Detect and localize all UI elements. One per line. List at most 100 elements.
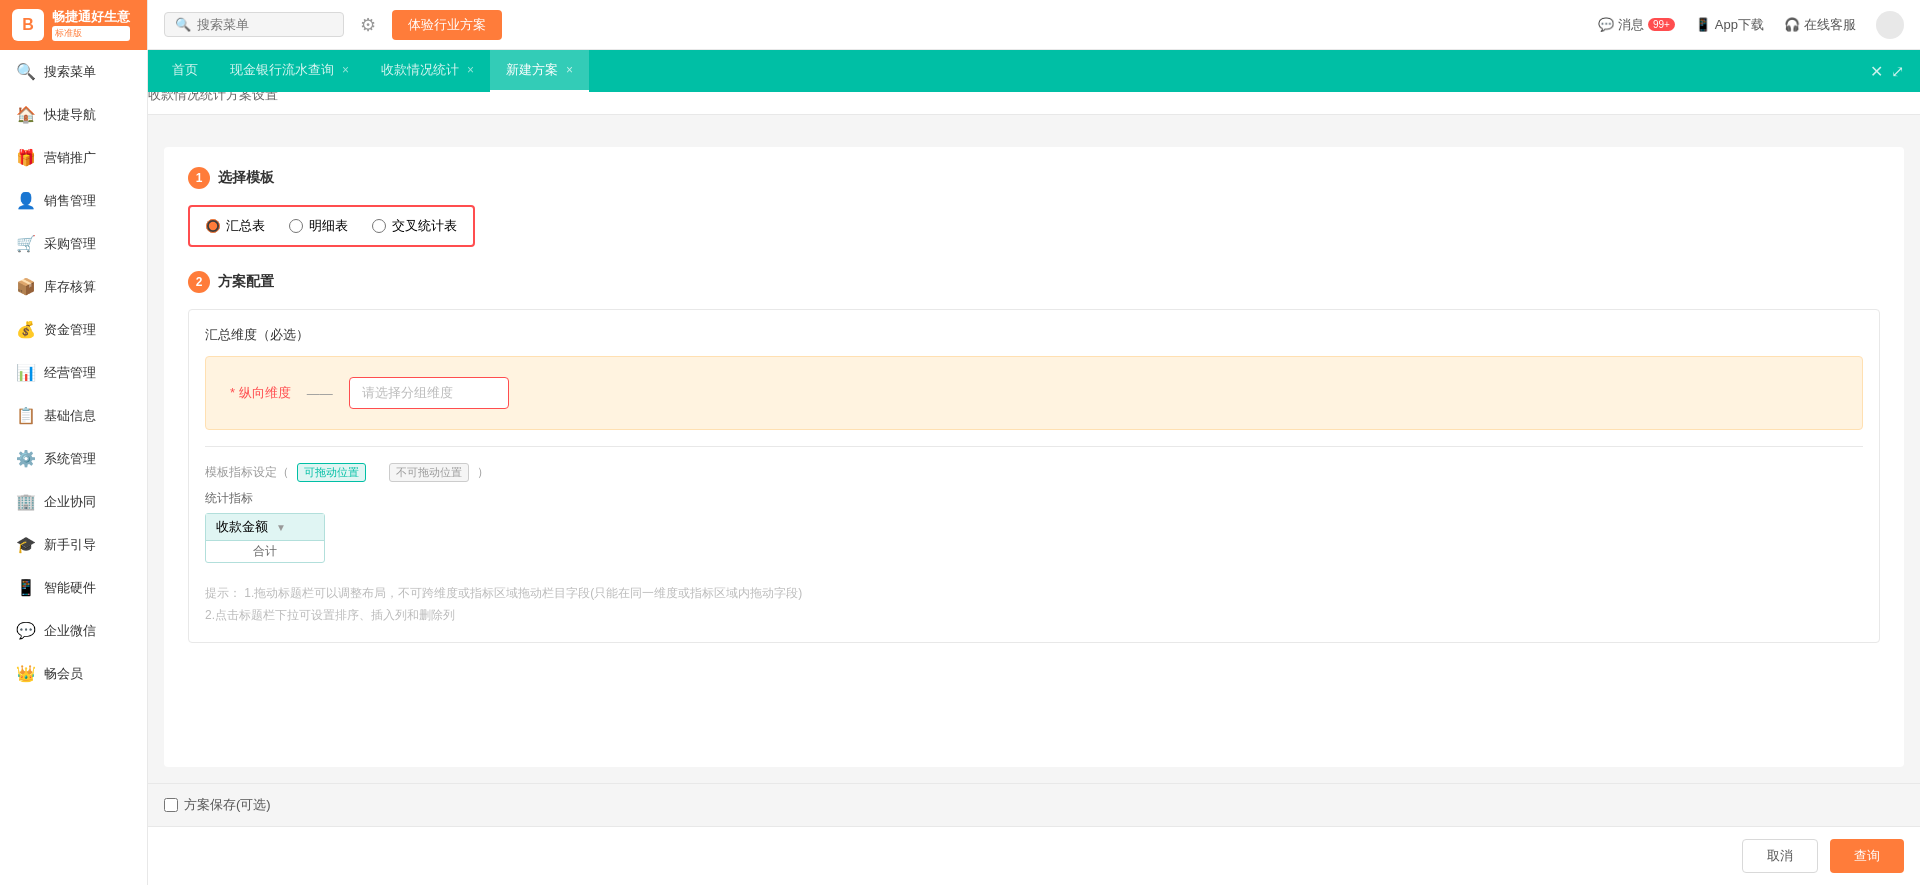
sidebar-item-label-hardware: 智能硬件 <box>44 579 96 597</box>
close-all-icon[interactable]: ✕ <box>1870 62 1883 81</box>
sidebar-item-wechat[interactable]: 💬 企业微信 <box>0 609 147 652</box>
app-name: 畅捷通好生意 <box>52 9 130 25</box>
draggable-indicator: 可拖动位置 <box>297 463 366 482</box>
logo-icon: B <box>12 9 44 41</box>
step1-label: 选择模板 <box>218 169 274 187</box>
inventory-icon: 📦 <box>16 277 36 296</box>
metric-dropdown-icon[interactable]: ▼ <box>276 522 286 533</box>
finance-icon: 💰 <box>16 320 36 339</box>
tab-newplan-close[interactable]: × <box>566 63 573 77</box>
sidebar-item-inventory[interactable]: 📦 库存核算 <box>0 265 147 308</box>
topbar-search-icon: 🔍 <box>175 17 191 32</box>
purchase-icon: 🛒 <box>16 234 36 253</box>
step2-number: 2 <box>188 271 210 293</box>
operations-icon: 📊 <box>16 363 36 382</box>
sidebar-item-newbie[interactable]: 🎓 新手引导 <box>0 523 147 566</box>
tabbar-actions: ✕ ⤢ <box>1870 50 1912 92</box>
member-icon: 👑 <box>16 664 36 683</box>
sidebar-item-label-enterprise: 企业协同 <box>44 493 96 511</box>
summary-dimension-title: 汇总维度（必选） <box>205 326 1863 344</box>
sidebar-item-basicinfo[interactable]: 📋 基础信息 <box>0 394 147 437</box>
metrics-label: 统计指标 <box>205 490 1863 507</box>
dimension-row: 纵向维度 —— 请选择分组维度 <box>230 377 1838 409</box>
vertical-label: 纵向维度 <box>230 384 291 402</box>
avatar[interactable] <box>1876 11 1904 39</box>
radio-summary-label: 汇总表 <box>226 217 265 235</box>
main-area: 🔍 ⚙ 体验行业方案 💬 消息 99+ 📱 App下载 🎧 在线客服 <box>148 0 1920 885</box>
message-btn[interactable]: 💬 消息 99+ <box>1598 16 1675 34</box>
metric-header[interactable]: 收款金额 ▼ <box>206 514 324 541</box>
sidebar-item-label-sales: 销售管理 <box>44 192 96 210</box>
tab-home[interactable]: 首页 <box>156 50 214 92</box>
sidebar-item-quicknav[interactable]: 🏠 快捷导航 <box>0 93 147 136</box>
sidebar-item-label-system: 系统管理 <box>44 450 96 468</box>
topbar-search-input[interactable] <box>197 17 317 32</box>
sidebar-item-finance[interactable]: 💰 资金管理 <box>0 308 147 351</box>
download-btn[interactable]: 📱 App下载 <box>1695 16 1764 34</box>
section-config: 2 方案配置 汇总维度（必选） 纵向维度 —— 请选择分组维度 <box>188 271 1880 643</box>
tab-cashflow-label: 现金银行流水查询 <box>230 61 334 79</box>
template-options: 汇总表 明细表 交叉统计表 <box>188 205 475 247</box>
download-icon: 📱 <box>1695 17 1711 32</box>
tip1: 提示： 1.拖动标题栏可以调整布局，不可跨维度或指标区域拖动栏目字段(只能在同一… <box>205 583 1863 605</box>
sidebar-item-hardware[interactable]: 📱 智能硬件 <box>0 566 147 609</box>
dimension-area: 纵向维度 —— 请选择分组维度 <box>205 356 1863 430</box>
basicinfo-icon: 📋 <box>16 406 36 425</box>
dimension-placeholder: 请选择分组维度 <box>362 385 453 400</box>
sidebar-item-enterprise[interactable]: 🏢 企业协同 <box>0 480 147 523</box>
dimension-select[interactable]: 请选择分组维度 <box>349 377 509 409</box>
tab-cashflow[interactable]: 现金银行流水查询 × <box>214 50 365 92</box>
tabbar: 首页 现金银行流水查询 × 收款情况统计 × 新建方案 × ✕ ⤢ <box>148 50 1920 92</box>
logo-area: B 畅捷通好生意 标准版 <box>0 0 147 50</box>
sidebar-item-marketing[interactable]: 🎁 营销推广 <box>0 136 147 179</box>
section-template: 1 选择模板 汇总表 明细表 <box>188 167 1880 247</box>
tab-cashflow-close[interactable]: × <box>342 63 349 77</box>
sidebar-item-label-marketing: 营销推广 <box>44 149 96 167</box>
topbar-search-box[interactable]: 🔍 <box>164 12 344 37</box>
gear-icon[interactable]: ⚙ <box>360 14 376 36</box>
sidebar-item-label-finance: 资金管理 <box>44 321 96 339</box>
sidebar-item-member[interactable]: 👑 畅会员 <box>0 652 147 695</box>
arrow: —— <box>307 386 333 401</box>
radio-summary[interactable]: 汇总表 <box>206 217 265 235</box>
message-icon: 💬 <box>1598 17 1614 32</box>
radio-detail-input[interactable] <box>289 219 303 233</box>
sidebar-item-purchase[interactable]: 🛒 采购管理 <box>0 222 147 265</box>
step2-label: 方案配置 <box>218 273 274 291</box>
maximize-icon[interactable]: ⤢ <box>1891 62 1904 81</box>
breadcrumb: 收款情况统计方案设置 <box>148 92 1920 115</box>
support-btn[interactable]: 🎧 在线客服 <box>1784 16 1856 34</box>
hardware-icon: 📱 <box>16 578 36 597</box>
tab-collection-close[interactable]: × <box>467 63 474 77</box>
system-icon: ⚙️ <box>16 449 36 468</box>
enterprise-icon: 🏢 <box>16 492 36 511</box>
marketing-icon: 🎁 <box>16 148 36 167</box>
radio-detail[interactable]: 明细表 <box>289 217 348 235</box>
tab-collection[interactable]: 收款情况统计 × <box>365 50 490 92</box>
sidebar-item-system[interactable]: ⚙️ 系统管理 <box>0 437 147 480</box>
radio-detail-label: 明细表 <box>309 217 348 235</box>
radio-cross-input[interactable] <box>372 219 386 233</box>
sidebar-item-search[interactable]: 🔍 搜索菜单 <box>0 50 147 93</box>
radio-summary-input[interactable] <box>206 219 220 233</box>
sidebar-item-operations[interactable]: 📊 经营管理 <box>0 351 147 394</box>
radio-cross-label: 交叉统计表 <box>392 217 457 235</box>
sidebar-item-label-search: 搜索菜单 <box>44 63 96 81</box>
sidebar-item-label-newbie: 新手引导 <box>44 536 96 554</box>
sidebar-item-label-wechat: 企业微信 <box>44 622 96 640</box>
topbar-right: 💬 消息 99+ 📱 App下载 🎧 在线客服 <box>1598 11 1904 39</box>
industry-btn[interactable]: 体验行业方案 <box>392 10 502 40</box>
page-footer: 方案保存(可选) <box>148 783 1920 826</box>
sidebar-item-sales[interactable]: 👤 销售管理 <box>0 179 147 222</box>
query-button[interactable]: 查询 <box>1830 839 1904 873</box>
sidebar-item-label-operations: 经营管理 <box>44 364 96 382</box>
search-icon: 🔍 <box>16 62 36 81</box>
cancel-button[interactable]: 取消 <box>1742 839 1818 873</box>
divider <box>205 446 1863 447</box>
sales-icon: 👤 <box>16 191 36 210</box>
radio-cross[interactable]: 交叉统计表 <box>372 217 457 235</box>
home-icon: 🏠 <box>16 105 36 124</box>
support-icon: 🎧 <box>1784 17 1800 32</box>
tab-newplan[interactable]: 新建方案 × <box>490 50 589 92</box>
save-checkbox[interactable] <box>164 798 178 812</box>
